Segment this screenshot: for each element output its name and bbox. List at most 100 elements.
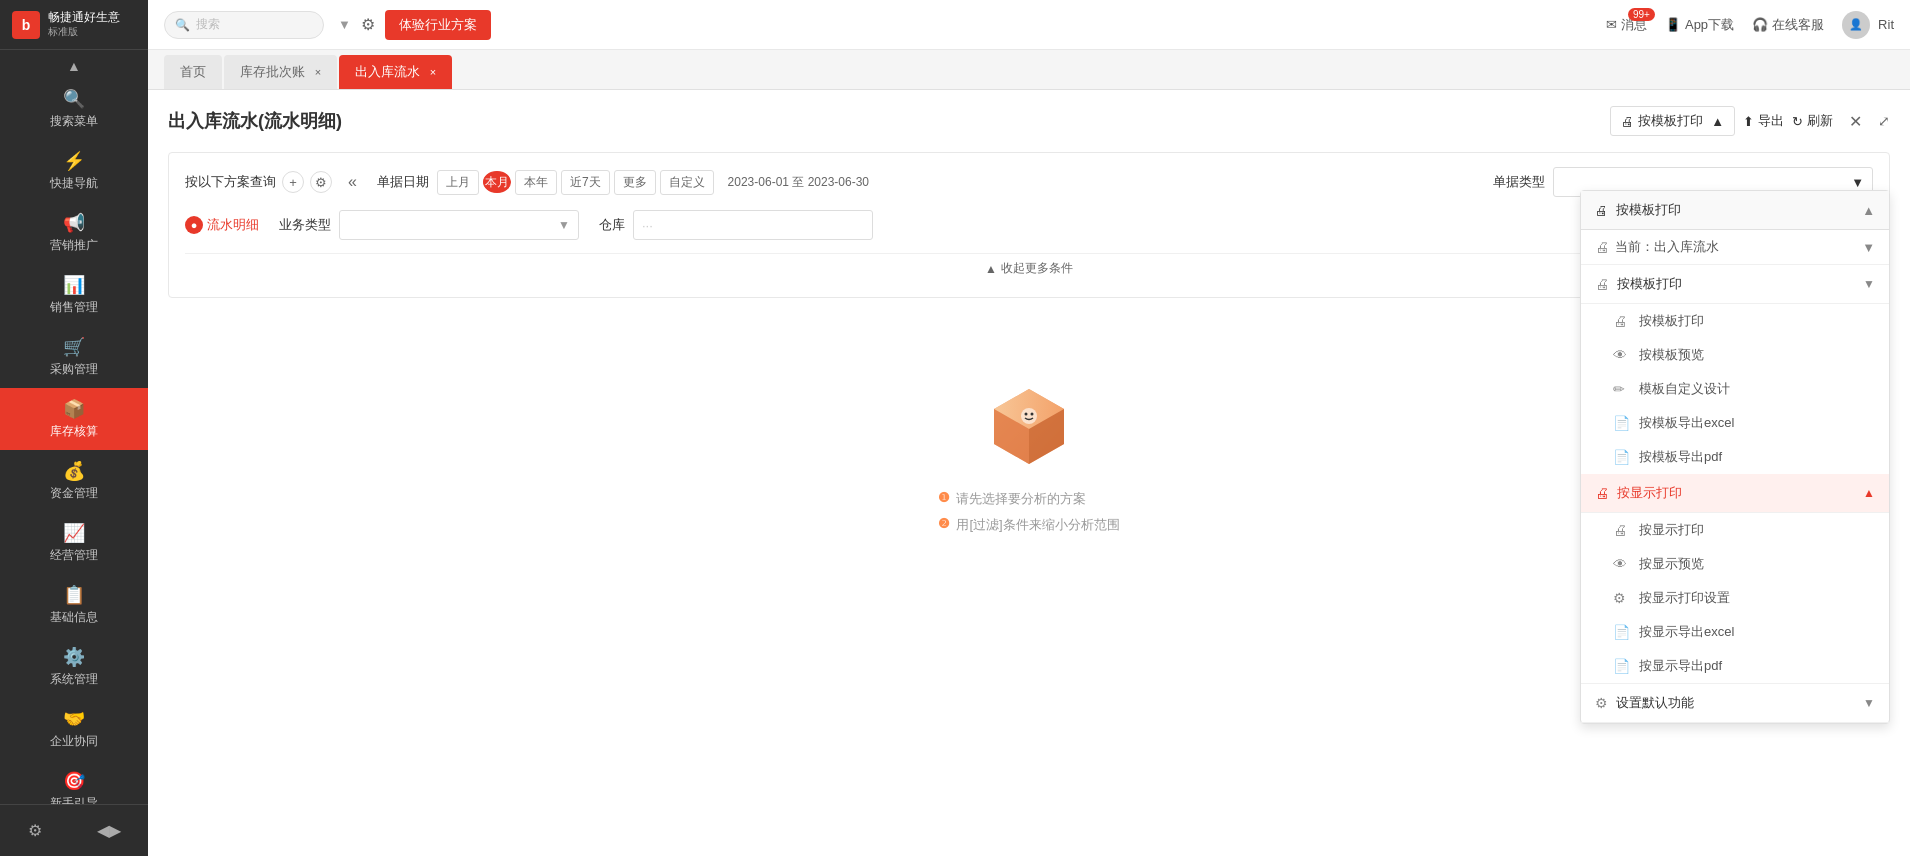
topbar-left: 🔍 搜索 ▼ ⚙ 体验行业方案 (164, 10, 491, 40)
sidebar-item-quick-nav[interactable]: ⚡ 快捷导航 (0, 140, 148, 202)
sidebar-item-search[interactable]: 🔍 搜索菜单 (0, 78, 148, 140)
set-default-section-header[interactable]: ⚙ 设置默认功能 ▼ (1581, 683, 1889, 723)
filter-label: 按以下方案查询 (185, 173, 276, 191)
app-download-item[interactable]: 📱 App下载 (1665, 16, 1734, 34)
warehouse-placeholder: ··· (642, 218, 653, 233)
template-preview-item[interactable]: 👁 按模板预览 (1581, 338, 1889, 372)
template-print-section-header[interactable]: 🖨 按模板打印 ▼ (1581, 265, 1889, 304)
filter-tag[interactable]: ● 流水明细 (185, 216, 259, 234)
sidebar-item-label: 系统管理 (50, 671, 98, 688)
search-box[interactable]: 🔍 搜索 (164, 11, 324, 39)
filter-collapse-btn[interactable]: « (348, 173, 357, 191)
sidebar-item-label: 新手引导 (50, 795, 98, 804)
display-preview-label: 按显示预览 (1639, 555, 1704, 573)
sidebar-item-operation[interactable]: 📈 经营管理 (0, 512, 148, 574)
logo-name: 畅捷通好生意 (48, 10, 120, 26)
collapse-sidebar-icon[interactable]: ◀▶ (89, 817, 129, 844)
date-this-year-btn[interactable]: 本年 (515, 170, 557, 195)
current-chevron-icon[interactable]: ▼ (1862, 240, 1875, 255)
business-type-chevron-icon: ▼ (558, 218, 570, 232)
date-7days-btn[interactable]: 近7天 (561, 170, 610, 195)
user-name: Rit (1878, 17, 1894, 32)
sidebar-item-marketing[interactable]: 📢 营销推广 (0, 202, 148, 264)
svg-point-5 (1025, 413, 1028, 416)
hint-text-2: 用[过滤]条件来缩小分析范围 (956, 516, 1119, 534)
display-preview-item[interactable]: 👁 按显示预览 (1581, 547, 1889, 581)
sidebar-item-basic[interactable]: 📋 基础信息 (0, 574, 148, 636)
expand-window-icon[interactable]: ⤢ (1878, 113, 1890, 129)
tab-home[interactable]: 首页 (164, 55, 222, 89)
tabs-bar: 首页 库存批次账 × 出入库流水 × (148, 50, 1910, 90)
avatar: 👤 (1842, 11, 1870, 39)
sidebar-item-purchase[interactable]: 🛒 采购管理 (0, 326, 148, 388)
dropdown-current-label-row: 🖨 当前：出入库流水 ▼ (1581, 230, 1889, 265)
search-chevron-icon[interactable]: ▼ (338, 17, 351, 32)
export-btn[interactable]: ⬆ 导出 (1743, 112, 1784, 130)
close-window-icon[interactable]: ✕ (1849, 112, 1862, 131)
sidebar-item-collab[interactable]: 🤝 企业协同 (0, 698, 148, 760)
template-preview-label: 按模板预览 (1639, 346, 1704, 364)
display-print-item[interactable]: 🖨 按显示打印 (1581, 513, 1889, 547)
refresh-icon: ↻ (1792, 114, 1803, 129)
settings-bottom-icon[interactable]: ⚙ (20, 817, 50, 844)
template-custom-label: 模板自定义设计 (1639, 380, 1730, 398)
search-icon: 🔍 (63, 88, 85, 110)
template-export-excel-item[interactable]: 📄 按模板导出excel (1581, 406, 1889, 440)
set-default-chevron-icon: ▼ (1863, 696, 1875, 710)
template-export-pdf-item[interactable]: 📄 按模板导出pdf (1581, 440, 1889, 474)
industry-btn[interactable]: 体验行业方案 (385, 10, 491, 40)
set-default-icon: ⚙ (1595, 695, 1608, 711)
operation-icon: 📈 (63, 522, 85, 544)
topbar-gear-icon[interactable]: ⚙ (361, 15, 375, 34)
tab-batch-account[interactable]: 库存批次账 × (224, 55, 337, 89)
template-export-excel-label: 按模板导出excel (1639, 414, 1734, 432)
sidebar-item-sales[interactable]: 📊 销售管理 (0, 264, 148, 326)
display-print-settings-item[interactable]: ⚙ 按显示打印设置 (1581, 581, 1889, 615)
display-export-pdf-item[interactable]: 📄 按显示导出pdf (1581, 649, 1889, 683)
collab-icon: 🤝 (63, 708, 85, 730)
template-custom-item[interactable]: ✏ 模板自定义设计 (1581, 372, 1889, 406)
template-export-pdf-label: 按模板导出pdf (1639, 448, 1722, 466)
sidebar-item-label: 销售管理 (50, 299, 98, 316)
date-more-btn[interactable]: 更多 (614, 170, 656, 195)
inventory-icon: 📦 (63, 398, 85, 420)
display-preview-icon: 👁 (1613, 556, 1629, 572)
template-print-item[interactable]: 🖨 按模板打印 (1581, 304, 1889, 338)
sidebar-nav: ▲ 🔍 搜索菜单 ⚡ 快捷导航 📢 营销推广 📊 销售管理 🛒 采购管理 📦 库… (0, 50, 148, 804)
online-service-item[interactable]: 🎧 在线客服 (1752, 16, 1824, 34)
current-print-icon: 🖨 (1595, 239, 1609, 255)
svg-point-6 (1031, 413, 1034, 416)
tab-inventory-flow[interactable]: 出入库流水 × (339, 55, 452, 89)
filter-add-btn[interactable]: + (282, 171, 304, 193)
user-avatar-item[interactable]: 👤 Rit (1842, 11, 1894, 39)
sidebar-item-guide[interactable]: 🎯 新手引导 (0, 760, 148, 804)
filter-settings-btn[interactable]: ⚙ (310, 171, 332, 193)
print-template-btn[interactable]: 🖨 按模板打印 ▲ (1610, 106, 1735, 136)
sidebar-item-label: 基础信息 (50, 609, 98, 626)
sidebar-item-system[interactable]: ⚙️ 系统管理 (0, 636, 148, 698)
tab-inventory-flow-close[interactable]: × (430, 66, 436, 78)
date-custom-btn[interactable]: 自定义 (660, 170, 714, 195)
sidebar-item-inventory[interactable]: 📦 库存核算 (0, 388, 148, 450)
display-export-excel-item[interactable]: 📄 按显示导出excel (1581, 615, 1889, 649)
template-print-section-icon: 🖨 (1595, 276, 1609, 292)
business-type-select[interactable]: ▼ (339, 210, 579, 240)
printer-panel-icon: 🖨 (1595, 203, 1608, 218)
warehouse-select[interactable]: ··· (633, 210, 873, 240)
display-print-section-header[interactable]: 🖨 按显示打印 ▲ (1581, 474, 1889, 513)
app-logo: b 畅捷通好生意 标准版 (0, 0, 148, 50)
display-print-section-label: 按显示打印 (1617, 484, 1682, 502)
dropdown-close-chevron[interactable]: ▲ (1862, 203, 1875, 218)
sidebar-item-finance[interactable]: 💰 资金管理 (0, 450, 148, 512)
date-range-display: 2023-06-01 至 2023-06-30 (728, 174, 869, 191)
tab-batch-account-close[interactable]: × (315, 66, 321, 78)
doctype-chevron-icon: ▼ (1851, 175, 1864, 190)
date-this-month-btn[interactable]: 本月 (483, 171, 511, 193)
date-last-month-btn[interactable]: 上月 (437, 170, 479, 195)
message-item[interactable]: ✉ 消息 99+ (1606, 16, 1647, 34)
display-print-title: 🖨 按显示打印 (1595, 484, 1682, 502)
sidebar-scroll-up[interactable]: ▲ (0, 54, 148, 78)
display-export-excel-label: 按显示导出excel (1639, 623, 1734, 641)
filter-tag-label: 流水明细 (207, 216, 259, 234)
refresh-btn[interactable]: ↻ 刷新 (1792, 112, 1833, 130)
